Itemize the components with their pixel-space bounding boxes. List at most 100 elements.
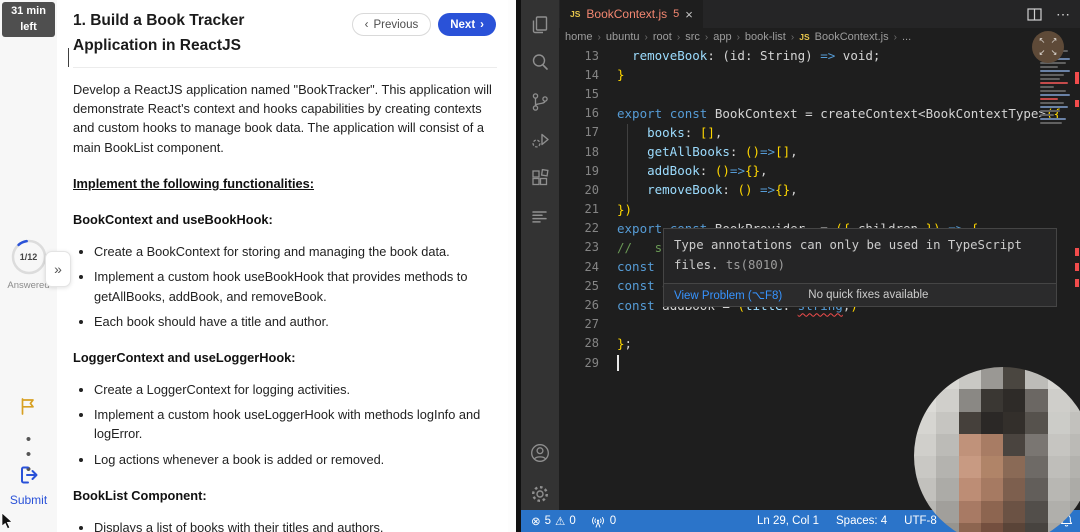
vscode-activity-bar — [521, 0, 559, 510]
submit-exit-icon — [20, 466, 37, 484]
code-line[interactable]: 27 — [559, 315, 1039, 334]
split-editor-icon[interactable] — [1027, 8, 1042, 21]
explorer-button[interactable] — [529, 14, 551, 36]
breadcrumb-item[interactable]: root — [653, 31, 672, 43]
debug-icon — [532, 133, 549, 148]
task-bullet-list: Create a LoggerContext for logging activ… — [73, 380, 497, 469]
text-cursor — [617, 354, 619, 371]
chevron-right-icon: › — [480, 18, 484, 31]
code-line[interactable]: 19 addBook: ()=>{}, — [559, 161, 1039, 180]
code-line[interactable]: 21}) — [559, 200, 1039, 219]
code-line[interactable]: 17 books: [], — [559, 123, 1039, 142]
tab-close-icon[interactable]: × — [685, 7, 693, 22]
source-control-button[interactable] — [529, 91, 551, 113]
breadcrumb-item[interactable]: src — [685, 31, 700, 43]
progress-ring: 1/12 — [10, 238, 48, 276]
question-title-line2: Application in ReactJS — [73, 36, 241, 54]
line-number: 16 — [584, 106, 599, 121]
code-line[interactable]: 15 — [559, 84, 1039, 103]
breadcrumb[interactable]: home › ubuntu › root › src › app › book-list › JS Boo… — [565, 28, 911, 46]
line-number: 25 — [584, 278, 599, 293]
submit-control[interactable]: Submit — [0, 464, 57, 507]
task-section-heading: LoggerContext and useLoggerHook: — [73, 349, 296, 365]
error-icon: ⊗ — [531, 516, 541, 528]
task-description-panel: 1. Build a Book Tracker Application in R… — [57, 0, 508, 532]
files-icon — [532, 16, 548, 34]
custom-extension-button[interactable] — [529, 205, 551, 227]
line-number: 22 — [584, 221, 599, 236]
code-line[interactable]: 29 — [559, 353, 1039, 372]
code-text: }) — [617, 201, 633, 217]
overview-ruler-error-mark — [1075, 72, 1079, 84]
code-line[interactable]: 16 export const BookContext = createConte… — [559, 104, 1062, 123]
code-line[interactable]: 20 removeBook: () =>{}, — [559, 180, 1039, 199]
breadcrumb-separator: › — [790, 31, 795, 43]
problems-warnings[interactable]: ⚠ 0 — [555, 514, 576, 528]
code-text: removeBook: (id: String) => void; — [632, 48, 881, 64]
code-text: // se — [617, 239, 670, 255]
breadcrumb-separator: › — [704, 31, 709, 43]
code-text: export const BookContext = createContext… — [617, 105, 1061, 121]
line-number: 15 — [584, 86, 599, 101]
breadcrumb-item[interactable]: ubuntu — [606, 31, 640, 43]
code-line[interactable]: 18 getAllBooks: ()=>[], — [559, 142, 1039, 161]
more-actions-icon[interactable]: ⋯ — [1056, 6, 1070, 23]
tab-bookcontext[interactable]: JS BookContext.js 5 × — [560, 0, 703, 28]
code-text: removeBook: () =>{}, — [647, 182, 798, 198]
cursor-position[interactable]: Ln 29, Col 1 — [757, 515, 819, 527]
breadcrumb-separator: › — [597, 31, 601, 43]
breadcrumb-item[interactable]: BookContext.js — [815, 31, 889, 43]
code-line[interactable]: 13 removeBook: (id: String) => void; — [559, 46, 1039, 65]
task-intro: Develop a ReactJS application named "Boo… — [73, 82, 492, 155]
task-bullet: Implement a custom hook useLoggerHook wi… — [94, 405, 497, 443]
run-debug-button[interactable] — [529, 129, 551, 151]
line-number: 18 — [584, 144, 599, 159]
settings-button[interactable] — [529, 483, 551, 505]
extensions-button[interactable] — [529, 167, 551, 189]
timer-line2: left — [20, 20, 37, 33]
account-button[interactable] — [529, 442, 551, 464]
task-body: Develop a ReactJS application named "Boo… — [73, 80, 497, 532]
exam-coding-screen: 31 min left 1/12 Answered » • • • Submit… — [0, 0, 1080, 532]
code-editor[interactable]: 13 removeBook: (id: String) => void; 14} 1… — [559, 46, 1062, 372]
code-line[interactable]: 14} — [559, 65, 1039, 84]
task-bullet: Displays a list of books with their titl… — [94, 518, 497, 532]
time-left-badge: 31 min left — [2, 2, 55, 37]
task-section-heading: Implement the following functionalities: — [73, 175, 315, 191]
problems-errors[interactable]: ⊗ 5 — [531, 514, 551, 528]
encoding[interactable]: UTF-8 — [904, 515, 937, 527]
breadcrumb-separator: › — [676, 31, 681, 43]
js-file-icon: JS — [799, 32, 810, 42]
search-button[interactable] — [529, 51, 551, 73]
code-line[interactable]: 28}; — [559, 334, 1039, 353]
breadcrumb-item[interactable]: app — [713, 31, 731, 43]
line-number: 17 — [584, 125, 599, 140]
previous-button[interactable]: ‹ Previous — [351, 13, 432, 36]
breadcrumb-item[interactable]: book-list — [745, 31, 786, 43]
next-label: Next — [450, 18, 476, 31]
task-bullet-list: Create a BookContext for storing and man… — [73, 242, 497, 331]
task-section-heading: BookList Component: — [73, 487, 207, 503]
gear-icon — [531, 485, 549, 503]
panel-gutter — [508, 0, 516, 532]
next-button[interactable]: Next › — [438, 13, 496, 36]
view-problem-link[interactable]: View Problem (⌥F8) — [674, 288, 782, 302]
code-text: const [ — [617, 259, 670, 275]
indentation[interactable]: Spaces: 4 — [836, 515, 887, 527]
line-number: 20 — [584, 182, 599, 197]
expand-question-list-button[interactable]: » — [45, 251, 71, 287]
line-number: 19 — [584, 163, 599, 178]
expand-arrow-icon: ↗ — [1050, 36, 1058, 45]
mini-webcam-expand-overlay[interactable]: ↖ ↗ ↙ ↘ — [1032, 31, 1064, 63]
radio-tower-icon — [591, 516, 604, 528]
breadcrumb-item[interactable]: home — [565, 31, 593, 43]
flag-icon — [21, 398, 34, 415]
flag-question-button[interactable] — [19, 397, 38, 421]
breadcrumb-item[interactable]: ... — [902, 31, 911, 43]
indent-guide — [68, 48, 69, 67]
task-bullet: Implement a custom hook useBookHook that… — [94, 267, 497, 305]
overview-ruler-error-mark — [1075, 100, 1079, 107]
ports-indicator[interactable]: 0 — [590, 514, 616, 529]
search-icon — [532, 54, 548, 70]
git-branch-icon — [532, 93, 548, 111]
